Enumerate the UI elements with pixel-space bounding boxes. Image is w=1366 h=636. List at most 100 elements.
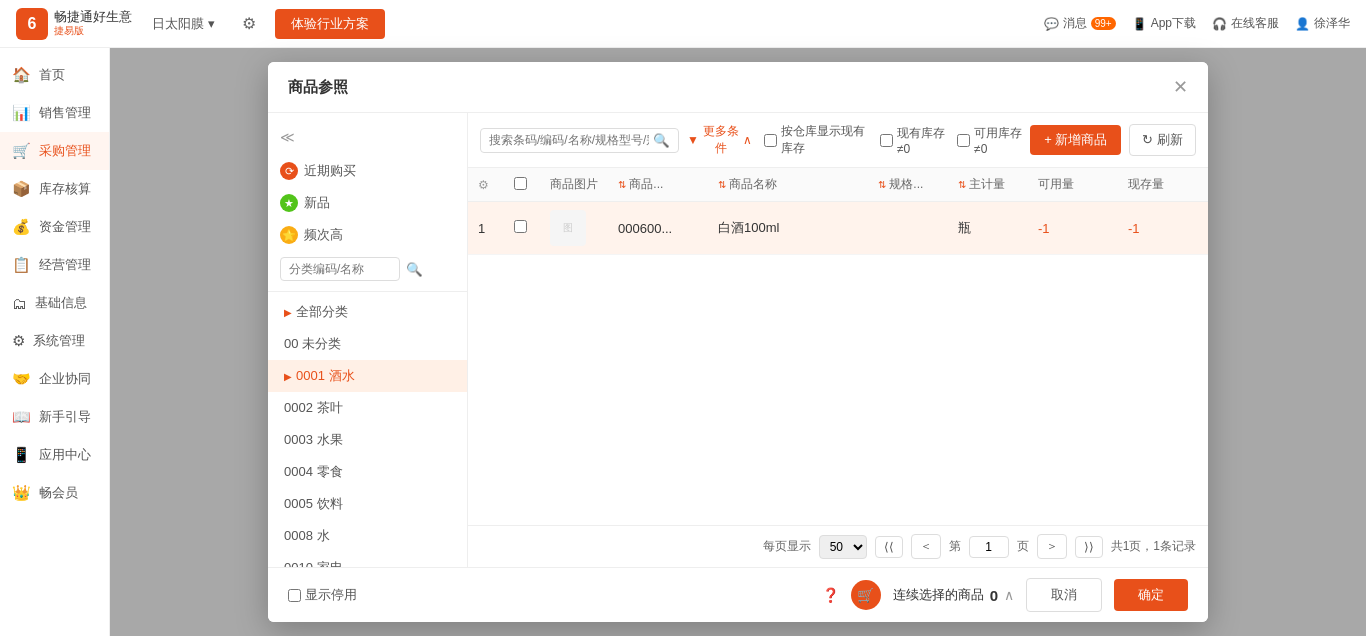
page-next-button[interactable]: ＞ [1037, 534, 1067, 559]
trial-button[interactable]: 体验行业方案 [275, 9, 385, 39]
sidebar-item-apps[interactable]: 📱 应用中心 [0, 436, 109, 474]
sidebar-item-label: 资金管理 [39, 218, 91, 236]
modal-close-button[interactable]: ✕ [1173, 76, 1188, 98]
sidebar-item-purchase[interactable]: 🛒 采购管理 [0, 132, 109, 170]
sidebar-item-inventory[interactable]: 📦 库存核算 [0, 170, 109, 208]
cat-search-row: 🔍 [268, 251, 467, 287]
cat-0002[interactable]: 0002 茶叶 [268, 392, 467, 424]
cat-label: 全部分类 [296, 303, 348, 321]
nav-collapse-button[interactable]: ≪ [280, 129, 295, 145]
select-all-checkbox[interactable] [514, 177, 527, 190]
sidebar-item-label: 应用中心 [39, 446, 91, 464]
selected-goods-label: 连续选择的商品 [893, 586, 984, 604]
table-header-row: ⚙ 商品图片 ⇅ 商品... [468, 168, 1208, 202]
sidebar-item-business[interactable]: 📋 经营管理 [0, 246, 109, 284]
modal-body: ≪ ⟳ 近期购买 ★ 新品 ⭐ 频次高 [268, 113, 1208, 567]
checkbox-warehouse-label: 按仓库显示现有库存 [781, 123, 868, 157]
message-label: 消息 [1063, 15, 1087, 32]
th-code[interactable]: ⇅ 商品... [608, 168, 708, 202]
page-last-button[interactable]: ⟩⟩ [1075, 536, 1103, 558]
cat-label: 00 未分类 [284, 335, 341, 353]
cart-button[interactable]: 🛒 [851, 580, 881, 610]
page-size-select[interactable]: 50 [819, 535, 867, 559]
modal-right-panel: 🔍 ▼ 更多条件 ∧ 按仓库显示现有库存 [468, 113, 1208, 567]
finance-icon: 💰 [12, 218, 31, 236]
th-name[interactable]: ⇅ 商品名称 [708, 168, 868, 202]
cat-0005[interactable]: 0005 饮料 [268, 488, 467, 520]
confirm-button[interactable]: 确定 [1114, 579, 1188, 611]
product-search-button[interactable]: 🔍 [653, 133, 670, 148]
cat-0008[interactable]: 0008 水 [268, 520, 467, 552]
quick-nav-freq[interactable]: ⭐ 频次高 [268, 219, 467, 251]
new-label: 新品 [304, 194, 330, 212]
sort-icon: ⇅ [618, 179, 626, 190]
cat-0001[interactable]: ▶ 0001 酒水 [268, 360, 467, 392]
cat-0010[interactable]: 0010 家电 [268, 552, 467, 567]
sidebar-item-sales[interactable]: 📊 销售管理 [0, 94, 109, 132]
freq-label: 频次高 [304, 226, 343, 244]
more-filter-button[interactable]: ▼ 更多条件 ∧ [687, 123, 752, 157]
sidebar-item-home[interactable]: 🏠 首页 [0, 56, 109, 94]
sidebar-item-system[interactable]: ⚙ 系统管理 [0, 322, 109, 360]
sidebar-item-label: 采购管理 [39, 142, 91, 160]
checkbox-warehouse-input[interactable] [764, 134, 777, 147]
app-download-button[interactable]: 📱 App下载 [1132, 15, 1196, 32]
th-unit[interactable]: ⇅ 主计量 [948, 168, 1028, 202]
cat-label: 0005 饮料 [284, 495, 343, 513]
sidebar-item-label: 库存核算 [39, 180, 91, 198]
category-search-button[interactable]: 🔍 [406, 262, 423, 277]
category-search-input[interactable] [280, 257, 400, 281]
sort-icon: ⇅ [958, 179, 966, 190]
product-thumbnail: 图 [550, 210, 586, 246]
refresh-icon: ↻ [1142, 132, 1153, 147]
table-row[interactable]: 1 图 000600... 白酒100ml 瓶 [468, 202, 1208, 255]
filter-label: 更多条件 [703, 123, 739, 157]
sidebar-item-label: 新手引导 [39, 408, 91, 426]
recent-label: 近期购买 [304, 162, 356, 180]
th-img: 商品图片 [540, 168, 608, 202]
page-prev-button[interactable]: ＜ [911, 534, 941, 559]
show-disabled-label[interactable]: 显示停用 [288, 586, 357, 604]
sidebar-item-member[interactable]: 👑 畅会员 [0, 474, 109, 512]
collab-icon: 🤝 [12, 370, 31, 388]
page-number-input[interactable] [969, 536, 1009, 558]
quick-nav-recent[interactable]: ⟳ 近期购买 [268, 155, 467, 187]
sidebar-item-guide[interactable]: 📖 新手引导 [0, 398, 109, 436]
gear-button[interactable]: ⚙ [235, 10, 263, 38]
add-product-button[interactable]: + 新增商品 [1030, 125, 1121, 155]
show-disabled-checkbox[interactable] [288, 589, 301, 602]
checkbox-existing[interactable]: 现有库存≠0 [880, 125, 945, 156]
checkbox-available[interactable]: 可用库存≠0 [957, 125, 1022, 156]
quick-nav-new[interactable]: ★ 新品 [268, 187, 467, 219]
th-spec[interactable]: ⇅ 规格... [868, 168, 948, 202]
page-first-button[interactable]: ⟨⟨ [875, 536, 903, 558]
checkbox-warehouse[interactable]: 按仓库显示现有库存 [764, 123, 868, 157]
td-check[interactable] [504, 202, 540, 255]
product-search-input[interactable] [489, 133, 649, 147]
cancel-button[interactable]: 取消 [1026, 578, 1102, 612]
store-selector[interactable]: 日太阳膜 ▾ [144, 11, 223, 37]
checkbox-existing-input[interactable] [880, 134, 893, 147]
sidebar-item-finance[interactable]: 💰 资金管理 [0, 208, 109, 246]
sidebar-item-basic-info[interactable]: 🗂 基础信息 [0, 284, 109, 322]
sidebar-item-label: 系统管理 [33, 332, 85, 350]
cat-0003[interactable]: 0003 水果 [268, 424, 467, 456]
refresh-button[interactable]: ↻ 刷新 [1129, 124, 1196, 156]
cat-label: 0002 茶叶 [284, 399, 343, 417]
user-profile[interactable]: 👤 徐泽华 [1295, 15, 1350, 32]
messages-button[interactable]: 💬 消息 99+ [1044, 15, 1116, 32]
cat-00[interactable]: 00 未分类 [268, 328, 467, 360]
th-check [504, 168, 540, 202]
help-icon[interactable]: ❓ [822, 587, 839, 603]
online-service-button[interactable]: 🎧 在线客服 [1212, 15, 1279, 32]
td-avail: -1 [1028, 202, 1118, 255]
cat-0004[interactable]: 0004 零食 [268, 456, 467, 488]
sidebar-item-collab[interactable]: 🤝 企业协同 [0, 360, 109, 398]
cat-all[interactable]: ▶ 全部分类 [268, 296, 467, 328]
page-suffix: 页 [1017, 538, 1029, 555]
inventory-icon: 📦 [12, 180, 31, 198]
row-checkbox[interactable] [514, 220, 527, 233]
collapse-footer-button[interactable]: ∧ [1004, 587, 1014, 603]
checkbox-available-input[interactable] [957, 134, 970, 147]
checkbox-group: 按仓库显示现有库存 现有库存≠0 可用库存≠0 [764, 123, 1022, 157]
